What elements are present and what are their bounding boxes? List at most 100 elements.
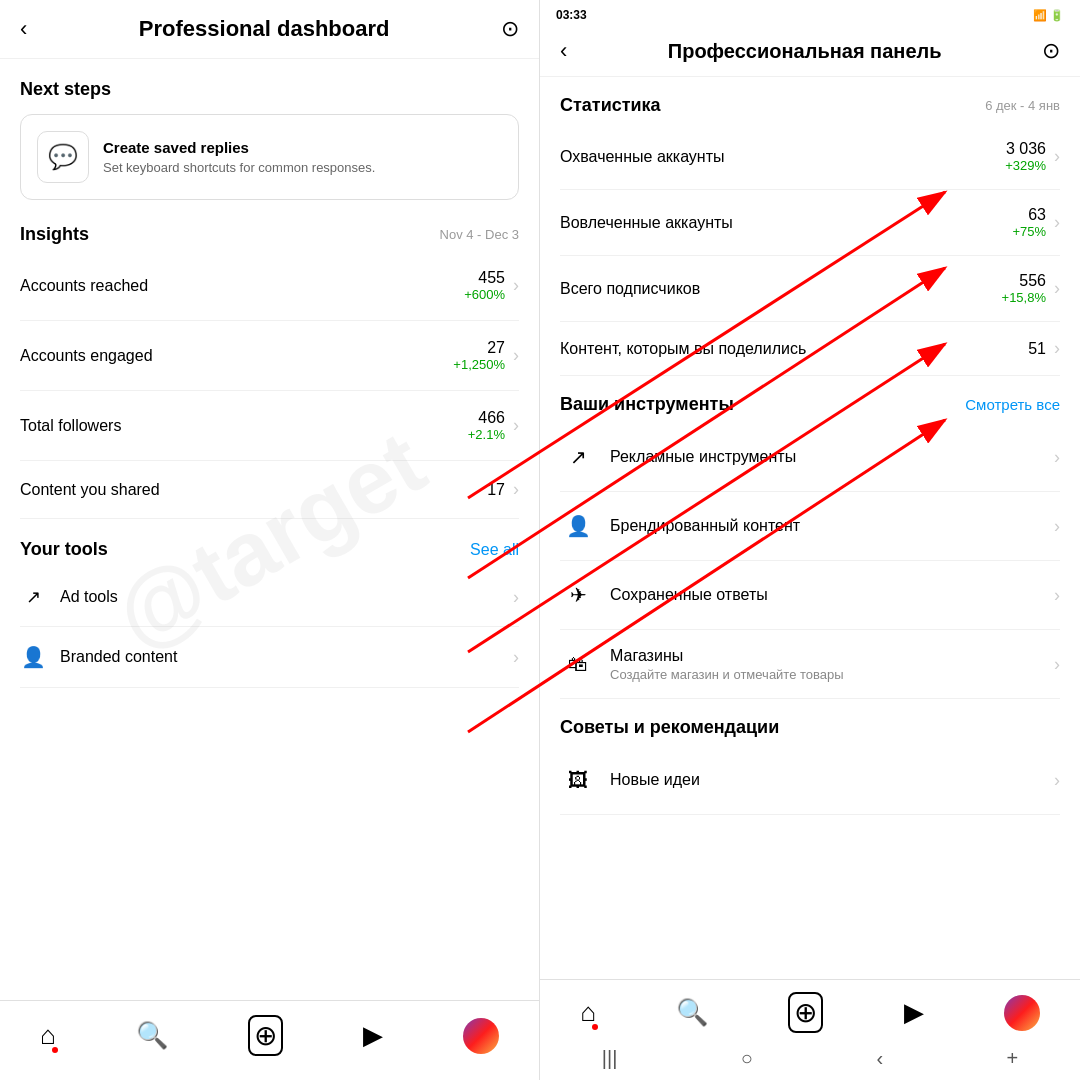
- android-plus[interactable]: +: [1007, 1047, 1019, 1070]
- stat-row-accounts-engaged[interactable]: Accounts engaged 27 +1,250% ›: [20, 321, 519, 391]
- right-tool-label: Новые идеи: [610, 771, 700, 789]
- card-title: Create saved replies: [103, 139, 375, 156]
- chevron-icon: ›: [513, 647, 519, 668]
- stat-change: +2.1%: [468, 427, 505, 442]
- right-shops-icon: 🛍: [560, 646, 596, 682]
- right-stat-change: +329%: [1005, 158, 1046, 173]
- left-header: ‹ Professional dashboard ⊙: [0, 0, 539, 59]
- stat-row-accounts-reached[interactable]: Accounts reached 455 +600% ›: [20, 251, 519, 321]
- right-tool-label: Магазины: [610, 647, 844, 665]
- tool-row-ad-tools[interactable]: ↗ Ad tools ›: [20, 568, 519, 627]
- android-home[interactable]: ○: [741, 1047, 753, 1070]
- stat-value: 455: [464, 269, 505, 287]
- home-nav-icon[interactable]: ⌂: [40, 1020, 56, 1051]
- right-stat-row-engaged[interactable]: Вовлеченные аккаунты 63 +75% ›: [560, 190, 1060, 256]
- stat-label: Total followers: [20, 417, 121, 435]
- insights-date: Nov 4 - Dec 3: [440, 227, 519, 242]
- right-bottom-nav: ⌂ 🔍 ⊕ ▶: [540, 979, 1080, 1041]
- stat-value: 466: [468, 409, 505, 427]
- create-nav-icon[interactable]: ⊕: [248, 1015, 283, 1056]
- right-home-nav[interactable]: ⌂: [580, 997, 596, 1028]
- android-bar: ||| ○ ‹ +: [540, 1041, 1080, 1080]
- right-tool-label: Рекламные инструменты: [610, 448, 796, 466]
- right-stat-row-followers[interactable]: Всего подписчиков 556 +15,8% ›: [560, 256, 1060, 322]
- tips-title: Советы и рекомендации: [560, 699, 1060, 746]
- right-stat-change: +15,8%: [1002, 290, 1046, 305]
- stat-change: +600%: [464, 287, 505, 302]
- right-see-all-link[interactable]: Смотреть все: [965, 396, 1060, 413]
- stat-label: Accounts engaged: [20, 347, 153, 365]
- tool-label: Branded content: [60, 648, 177, 666]
- chevron-icon: ›: [513, 415, 519, 436]
- right-saved-replies-icon: ✈: [560, 577, 596, 613]
- chevron-icon: ›: [1054, 278, 1060, 299]
- right-tool-shops[interactable]: 🛍 Магазины Создайте магазин и отмечайте …: [560, 630, 1060, 699]
- right-create-nav[interactable]: ⊕: [788, 992, 823, 1033]
- reels-nav-icon[interactable]: ▶: [363, 1020, 383, 1051]
- right-tool-label: Брендированный контент: [610, 517, 800, 535]
- tool-row-branded-content[interactable]: 👤 Branded content ›: [20, 627, 519, 688]
- right-panel: 03:33 📶 🔋 ‹ Профессиональная панель ⊙ Ст…: [540, 0, 1080, 1080]
- stat-row-content-shared[interactable]: Content you shared 17 ›: [20, 461, 519, 519]
- chevron-icon: ›: [513, 587, 519, 608]
- chevron-icon: ›: [1054, 654, 1060, 675]
- right-search-nav[interactable]: 🔍: [676, 997, 708, 1028]
- stat-label: Accounts reached: [20, 277, 148, 295]
- right-tool-saved-replies[interactable]: ✈ Сохраненные ответы ›: [560, 561, 1060, 630]
- right-ideas-icon: 🖼: [560, 762, 596, 798]
- right-back-button[interactable]: ‹: [560, 38, 567, 64]
- right-stat-row-content[interactable]: Контент, которым вы поделились 51 ›: [560, 322, 1060, 376]
- chevron-icon: ›: [1054, 447, 1060, 468]
- right-stat-value: 51: [1028, 340, 1046, 358]
- settings-button[interactable]: ⊙: [501, 16, 519, 42]
- chevron-icon: ›: [513, 479, 519, 500]
- right-tool-new-ideas[interactable]: 🖼 Новые идеи ›: [560, 746, 1060, 815]
- right-settings-button[interactable]: ⊙: [1042, 38, 1060, 64]
- statistika-title: Статистика: [560, 95, 661, 116]
- see-all-link[interactable]: See all: [470, 541, 519, 559]
- search-nav-icon[interactable]: 🔍: [136, 1020, 168, 1051]
- right-stat-row-reached[interactable]: Охваченные аккаунты 3 036 +329% ›: [560, 124, 1060, 190]
- chevron-icon: ›: [1054, 146, 1060, 167]
- right-stat-value: 556: [1002, 272, 1046, 290]
- stat-label: Content you shared: [20, 481, 160, 499]
- right-stat-value: 3 036: [1005, 140, 1046, 158]
- back-button[interactable]: ‹: [20, 16, 27, 42]
- right-profile-avatar[interactable]: [1004, 995, 1040, 1031]
- saved-replies-card[interactable]: 💬 Create saved replies Set keyboard shor…: [20, 114, 519, 200]
- stat-row-total-followers[interactable]: Total followers 466 +2.1% ›: [20, 391, 519, 461]
- right-nav-dot: [592, 1024, 598, 1030]
- right-tools-title: Ваши инструменты: [560, 394, 734, 415]
- right-stat-value: 63: [1012, 206, 1046, 224]
- chevron-icon: ›: [1054, 585, 1060, 606]
- chevron-icon: ›: [1054, 338, 1060, 359]
- right-stat-label: Контент, которым вы поделились: [560, 340, 806, 358]
- right-page-title: Профессиональная панель: [668, 40, 942, 63]
- status-time: 03:33: [556, 8, 587, 22]
- statistika-header: Статистика 6 дек - 4 янв: [560, 77, 1060, 124]
- nav-dot: [52, 1047, 58, 1053]
- right-reels-nav[interactable]: ▶: [904, 997, 924, 1028]
- right-tool-branded[interactable]: 👤 Брендированный контент ›: [560, 492, 1060, 561]
- right-tool-ad-tools[interactable]: ↗ Рекламные инструменты ›: [560, 423, 1060, 492]
- right-tool-sub: Создайте магазин и отмечайте товары: [610, 667, 844, 682]
- statistika-date: 6 дек - 4 янв: [985, 98, 1060, 113]
- card-subtitle: Set keyboard shortcuts for common respon…: [103, 160, 375, 175]
- right-ad-tools-icon: ↗: [560, 439, 596, 475]
- next-steps-title: Next steps: [20, 59, 519, 114]
- right-stat-label: Вовлеченные аккаунты: [560, 214, 733, 232]
- chevron-icon: ›: [1054, 770, 1060, 791]
- profile-avatar[interactable]: [463, 1018, 499, 1054]
- android-recents[interactable]: |||: [602, 1047, 618, 1070]
- right-branded-icon: 👤: [560, 508, 596, 544]
- left-panel: @target ‹ Professional dashboard ⊙ Next …: [0, 0, 540, 1080]
- stat-value: 17: [487, 481, 505, 499]
- card-text: Create saved replies Set keyboard shortc…: [103, 139, 375, 175]
- android-back[interactable]: ‹: [876, 1047, 883, 1070]
- insights-title: Insights: [20, 224, 89, 245]
- stat-right: 466 +2.1% ›: [468, 409, 519, 442]
- your-tools-header: Your tools See all: [20, 519, 519, 568]
- insights-header: Insights Nov 4 - Dec 3: [20, 216, 519, 251]
- stat-right: 455 +600% ›: [464, 269, 519, 302]
- stat-right: 17 ›: [487, 479, 519, 500]
